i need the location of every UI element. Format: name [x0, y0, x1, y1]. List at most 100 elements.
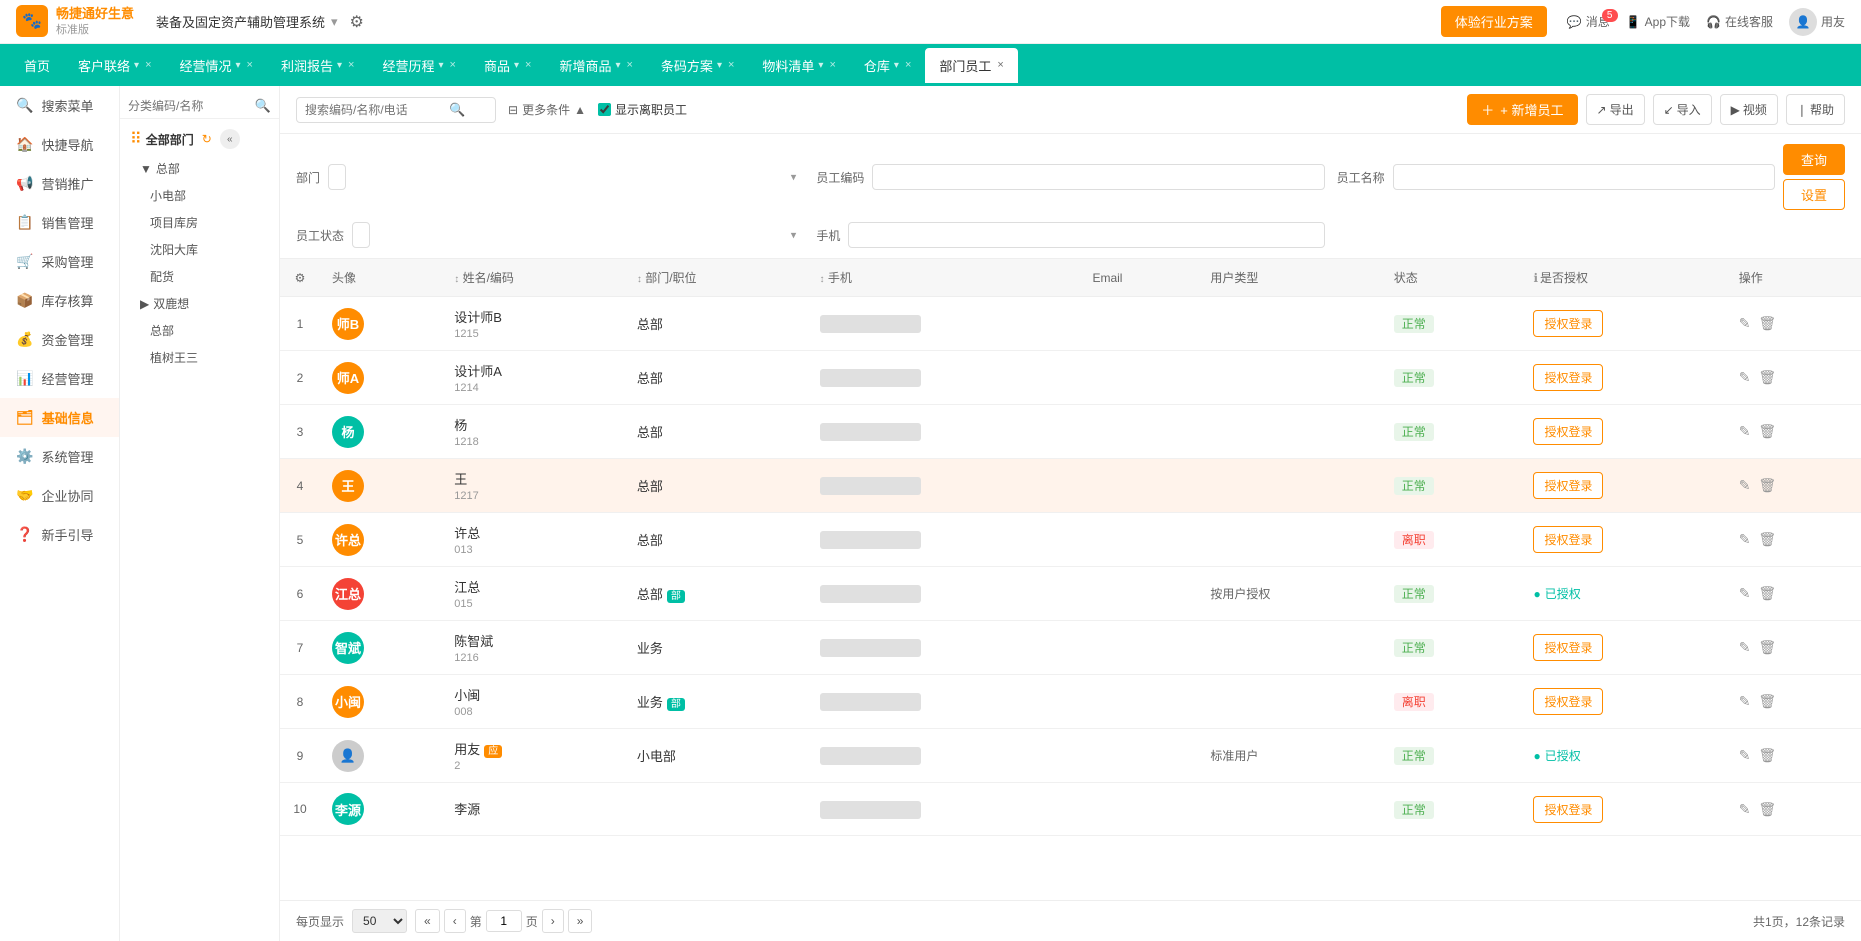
status-badge: 正常: [1394, 423, 1434, 441]
dept-item-project[interactable]: 项目库房: [120, 209, 279, 236]
dept-item-shenyang[interactable]: 沈阳大库: [120, 236, 279, 263]
delete-icon[interactable]: 🗑: [1758, 531, 1776, 548]
app-download-button[interactable]: 📱 App下载: [1626, 13, 1690, 30]
dept-all-header[interactable]: ⠿ 全部部门 ↻ «: [120, 123, 279, 155]
dept-search-icon[interactable]: 🔍: [255, 98, 271, 114]
edit-icon[interactable]: ✎: [1739, 585, 1751, 602]
employee-usertype: [1198, 459, 1381, 513]
edit-icon[interactable]: ✎: [1739, 477, 1751, 494]
last-page-btn[interactable]: »: [568, 909, 593, 933]
edit-icon[interactable]: ✎: [1739, 639, 1751, 656]
delete-icon[interactable]: 🗑: [1758, 477, 1776, 494]
dept-item-general2[interactable]: 总部: [120, 317, 279, 344]
auth-button[interactable]: 授权登录: [1533, 634, 1603, 661]
home-icon: 🏠: [16, 136, 33, 153]
first-page-btn[interactable]: «: [415, 909, 440, 933]
sidebar-item-collab[interactable]: 🤝 企业协同: [0, 476, 119, 515]
tab-add-goods[interactable]: 新增商品 ▾ ×: [545, 48, 646, 83]
delete-icon[interactable]: 🗑: [1758, 369, 1776, 386]
dept-item-shuanglu[interactable]: ▶ 双鹿想: [120, 290, 279, 317]
edit-icon[interactable]: ✎: [1739, 747, 1751, 764]
dept-item-distribution[interactable]: 配货: [120, 263, 279, 290]
next-page-btn[interactable]: ›: [542, 909, 564, 933]
empcode-filter-input[interactable]: [872, 164, 1324, 190]
tab-profit[interactable]: 利润报告 ▾ ×: [267, 48, 368, 83]
search-icon[interactable]: 🔍: [449, 102, 465, 118]
tab-bom[interactable]: 物料清单 ▾ ×: [748, 48, 849, 83]
tab-home[interactable]: 首页: [10, 48, 64, 83]
auth-button[interactable]: 授权登录: [1533, 688, 1603, 715]
delete-icon[interactable]: 🗑: [1758, 639, 1776, 656]
search-input[interactable]: [305, 103, 445, 117]
tab-barcode[interactable]: 条码方案 ▾ ×: [647, 48, 748, 83]
auth-button[interactable]: 授权登录: [1533, 364, 1603, 391]
delete-icon[interactable]: 🗑: [1758, 315, 1776, 332]
online-service-button[interactable]: 🎧 在线客服: [1706, 13, 1773, 30]
tab-customer[interactable]: 客户联络 ▾ ×: [64, 48, 165, 83]
tab-goods[interactable]: 商品 ▾ ×: [470, 48, 545, 83]
sidebar-item-sales[interactable]: 📋 销售管理: [0, 203, 119, 242]
auth-button[interactable]: 授权登录: [1533, 796, 1603, 823]
delete-icon[interactable]: 🗑: [1758, 423, 1776, 440]
edit-icon[interactable]: ✎: [1739, 315, 1751, 332]
user-menu[interactable]: 👤 用友: [1789, 8, 1845, 36]
tab-history[interactable]: 经营历程 ▾ ×: [368, 48, 469, 83]
set-button[interactable]: 设置: [1783, 179, 1845, 210]
delete-icon[interactable]: 🗑: [1758, 801, 1776, 818]
settings-icon[interactable]: ⚙: [350, 12, 364, 32]
edit-icon[interactable]: ✎: [1739, 423, 1751, 440]
import-button[interactable]: ↙ 导入: [1653, 94, 1712, 125]
edit-icon[interactable]: ✎: [1739, 531, 1751, 548]
avatar: 师B: [332, 308, 364, 340]
auth-button[interactable]: 授权登录: [1533, 310, 1603, 337]
prev-page-btn[interactable]: ‹: [444, 909, 466, 933]
th-settings[interactable]: ⚙: [280, 259, 320, 297]
sidebar-item-purchase[interactable]: 🛒 采购管理: [0, 242, 119, 281]
sidebar-item-inventory[interactable]: 📦 库存核算: [0, 281, 119, 320]
sidebar-item-nav[interactable]: 🏠 快捷导航: [0, 125, 119, 164]
sidebar-item-marketing[interactable]: 📢 营销推广: [0, 164, 119, 203]
export-button[interactable]: ↗ 导出: [1586, 94, 1645, 125]
dept-search-input[interactable]: [128, 99, 255, 113]
tab-warehouse[interactable]: 仓库 ▾ ×: [850, 48, 925, 83]
tab-operations[interactable]: 经营情况 ▾ ×: [166, 48, 267, 83]
auth-button[interactable]: 授权登录: [1533, 526, 1603, 553]
sidebar-item-management[interactable]: 📊 经营管理: [0, 359, 119, 398]
auth-button[interactable]: 授权登录: [1533, 472, 1603, 499]
add-employee-button[interactable]: ＋ + 新增员工: [1467, 94, 1577, 125]
phone-filter-input[interactable]: [848, 222, 1324, 248]
edit-icon[interactable]: ✎: [1739, 369, 1751, 386]
empname-filter-input[interactable]: [1393, 164, 1775, 190]
delete-icon[interactable]: 🗑: [1758, 585, 1776, 602]
delete-icon[interactable]: 🗑: [1758, 747, 1776, 764]
tab-dept-staff[interactable]: 部门员工 ×: [925, 48, 1017, 83]
view-button[interactable]: ▶ 视频: [1720, 94, 1778, 125]
sidebar-item-system[interactable]: ⚙️ 系统管理: [0, 437, 119, 476]
auth-button[interactable]: 授权登录: [1533, 418, 1603, 445]
sidebar-item-basic-info[interactable]: 🗂 基础信息: [0, 398, 119, 437]
sidebar-item-guide[interactable]: ❓ 新手引导: [0, 515, 119, 554]
trial-button[interactable]: 体验行业方案: [1441, 6, 1547, 37]
sidebar-item-search[interactable]: 🔍 搜索菜单: [0, 86, 119, 125]
dept-item-electric[interactable]: 小电部: [120, 182, 279, 209]
sidebar-item-finance[interactable]: 💰 资金管理: [0, 320, 119, 359]
dept-item-plant[interactable]: 植树王三: [120, 344, 279, 371]
more-conditions-btn[interactable]: ⊟ 更多条件 ▲: [508, 101, 586, 118]
dept-filter-select[interactable]: [328, 164, 346, 190]
message-button[interactable]: 💬 消息 5: [1567, 13, 1610, 30]
query-button[interactable]: 查询: [1783, 144, 1845, 175]
status-filter-select[interactable]: [352, 222, 370, 248]
edit-icon[interactable]: ✎: [1739, 693, 1751, 710]
status-badge: 正常: [1394, 477, 1434, 495]
current-page-input[interactable]: [486, 910, 522, 932]
collapse-btn[interactable]: «: [220, 129, 240, 149]
employee-phone: ██████████: [820, 585, 921, 603]
edit-icon[interactable]: ✎: [1739, 801, 1751, 818]
help-button[interactable]: ❘ 帮助: [1786, 94, 1845, 125]
dept-item-general[interactable]: ▼ 总部: [120, 155, 279, 182]
delete-icon[interactable]: 🗑: [1758, 693, 1776, 710]
refresh-icon[interactable]: ↻: [202, 132, 212, 146]
op-icons: ✎🗑: [1739, 531, 1849, 548]
page-size-select[interactable]: 50 10 20 100: [352, 909, 407, 933]
show-former-checkbox[interactable]: [598, 103, 611, 116]
